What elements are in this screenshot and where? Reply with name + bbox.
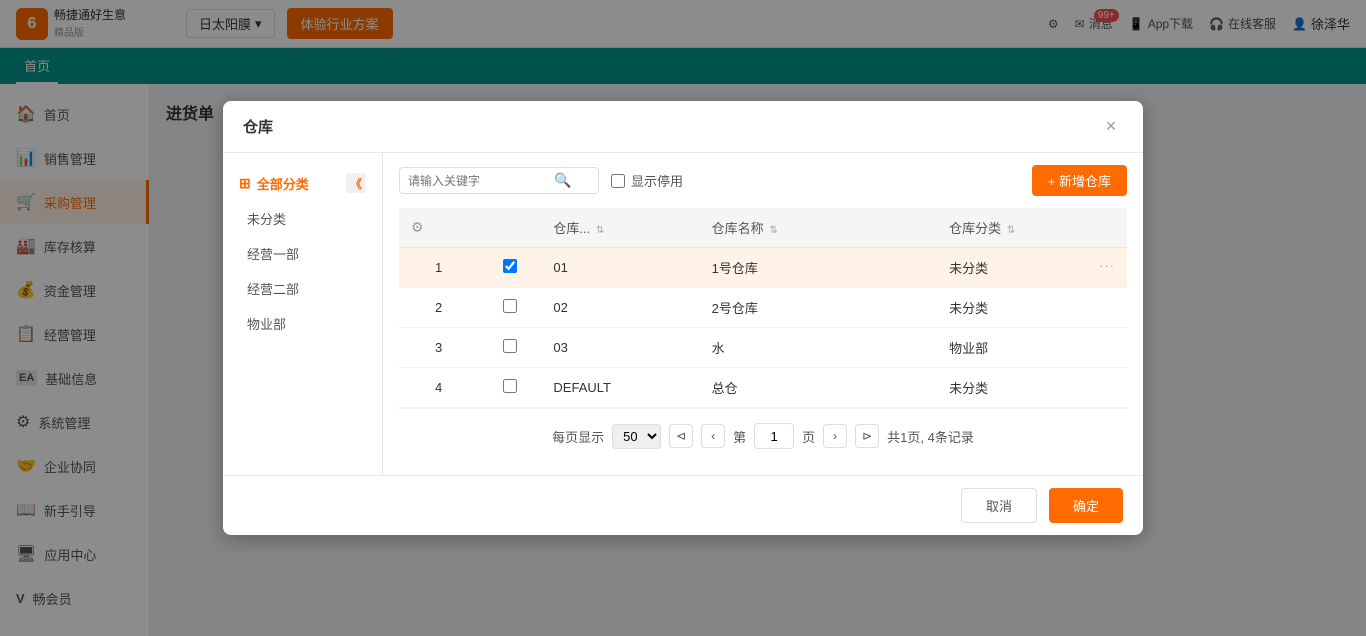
row-name: 总仓: [700, 368, 937, 408]
modal-body: ⊞ 全部分类 《 未分类 经营一部 经营二部 物业部 🔍: [223, 153, 1143, 475]
col-header-check: [478, 208, 541, 248]
modal-footer: 取消 确定: [223, 475, 1143, 535]
row-category: 未分类···: [937, 248, 1127, 288]
table-toolbar: 🔍 显示停用 + 新增仓库: [399, 165, 1127, 196]
first-page-button[interactable]: ⊲: [669, 424, 693, 448]
row-name: 水: [700, 328, 937, 368]
pagination: 每页显示 50 ⊲ ‹ 第 页 › ⊳ 共1页, 4条记录: [399, 408, 1127, 463]
all-categories[interactable]: ⊞ 全部分类 《: [223, 165, 382, 201]
new-warehouse-button[interactable]: + 新增仓库: [1032, 165, 1127, 196]
per-page-select[interactable]: 50: [612, 424, 661, 449]
row-checkbox[interactable]: [503, 379, 517, 393]
cancel-button[interactable]: 取消: [961, 488, 1037, 523]
row-checkbox[interactable]: [503, 259, 517, 273]
col-name-label: 仓库名称: [712, 221, 764, 236]
row-name: 1号仓库: [700, 248, 937, 288]
row-name: 2号仓库: [700, 288, 937, 328]
modal-close-button[interactable]: ×: [1099, 115, 1123, 139]
page-input[interactable]: [754, 423, 794, 449]
next-page-button[interactable]: ›: [823, 424, 847, 448]
page-text-label: 第: [733, 427, 746, 446]
confirm-button[interactable]: 确定: [1049, 488, 1123, 523]
category-item-unclassified[interactable]: 未分类: [223, 201, 382, 236]
search-input-wrap: 🔍: [399, 167, 599, 194]
category-item-property[interactable]: 物业部: [223, 306, 382, 341]
show-disabled-check[interactable]: 显示停用: [611, 171, 683, 190]
category-item-dept1[interactable]: 经营一部: [223, 236, 382, 271]
table-row[interactable]: 4 DEFAULT 总仓 未分类: [399, 368, 1127, 408]
table-row[interactable]: 2 02 2号仓库 未分类: [399, 288, 1127, 328]
row-code: 01: [541, 248, 699, 288]
col-header-gear[interactable]: ⚙: [399, 208, 478, 248]
sort-icon-name: ⇅: [769, 225, 777, 236]
sort-icon-cat: ⇅: [1007, 225, 1015, 236]
col-header-category[interactable]: 仓库分类 ⇅: [937, 208, 1127, 248]
show-disabled-checkbox[interactable]: [611, 174, 625, 188]
page-suffix-label: 页: [802, 427, 815, 446]
row-checkbox-cell[interactable]: [478, 368, 541, 408]
row-no: 3: [399, 328, 478, 368]
row-code: DEFAULT: [541, 368, 699, 408]
col-header-name[interactable]: 仓库名称 ⇅: [700, 208, 937, 248]
row-category: 未分类: [937, 368, 1127, 408]
row-code: 02: [541, 288, 699, 328]
settings-icon: ⚙: [411, 219, 424, 235]
per-page-label: 每页显示: [552, 427, 604, 446]
collapse-button[interactable]: 《: [346, 173, 366, 193]
table-row[interactable]: 3 03 水 物业部: [399, 328, 1127, 368]
table-header-row: ⚙ 仓库... ⇅ 仓库名称 ⇅ 仓库分类: [399, 208, 1127, 248]
category-item-dept2[interactable]: 经营二部: [223, 271, 382, 306]
table-body: 1 01 1号仓库 未分类··· 2 02 2号仓库 未分类 3 03 水 物业…: [399, 248, 1127, 408]
warehouse-modal: 仓库 × ⊞ 全部分类 《 未分类 经营一部 经营二部 物业部: [223, 101, 1143, 535]
sort-icon-code: ⇅: [596, 225, 604, 236]
table-row[interactable]: 1 01 1号仓库 未分类···: [399, 248, 1127, 288]
row-no: 1: [399, 248, 478, 288]
col-cat-label: 仓库分类: [949, 221, 1001, 236]
row-code: 03: [541, 328, 699, 368]
row-checkbox[interactable]: [503, 339, 517, 353]
row-checkbox-cell[interactable]: [478, 248, 541, 288]
grid-icon: ⊞: [239, 175, 251, 192]
row-no: 4: [399, 368, 478, 408]
modal-title: 仓库: [243, 116, 273, 137]
row-actions[interactable]: ···: [1099, 258, 1115, 273]
row-no: 2: [399, 288, 478, 328]
row-checkbox[interactable]: [503, 299, 517, 313]
warehouse-table: ⚙ 仓库... ⇅ 仓库名称 ⇅ 仓库分类: [399, 208, 1127, 408]
page-total-info: 共1页, 4条记录: [887, 427, 974, 446]
search-input[interactable]: [408, 174, 548, 188]
modal-backdrop: 仓库 × ⊞ 全部分类 《 未分类 经营一部 经营二部 物业部: [0, 0, 1366, 636]
table-panel: 🔍 显示停用 + 新增仓库 ⚙ 仓库.: [383, 153, 1143, 475]
row-checkbox-cell[interactable]: [478, 328, 541, 368]
all-categories-label: 全部分类: [257, 174, 309, 193]
search-icon[interactable]: 🔍: [554, 172, 571, 189]
col-header-code[interactable]: 仓库... ⇅: [541, 208, 699, 248]
row-category: 物业部: [937, 328, 1127, 368]
row-category: 未分类: [937, 288, 1127, 328]
row-checkbox-cell[interactable]: [478, 288, 541, 328]
category-panel: ⊞ 全部分类 《 未分类 经营一部 经营二部 物业部: [223, 153, 383, 475]
last-page-button[interactable]: ⊳: [855, 424, 879, 448]
prev-page-button[interactable]: ‹: [701, 424, 725, 448]
show-disabled-label: 显示停用: [631, 171, 683, 190]
col-code-label: 仓库...: [553, 221, 590, 236]
modal-header: 仓库 ×: [223, 101, 1143, 153]
